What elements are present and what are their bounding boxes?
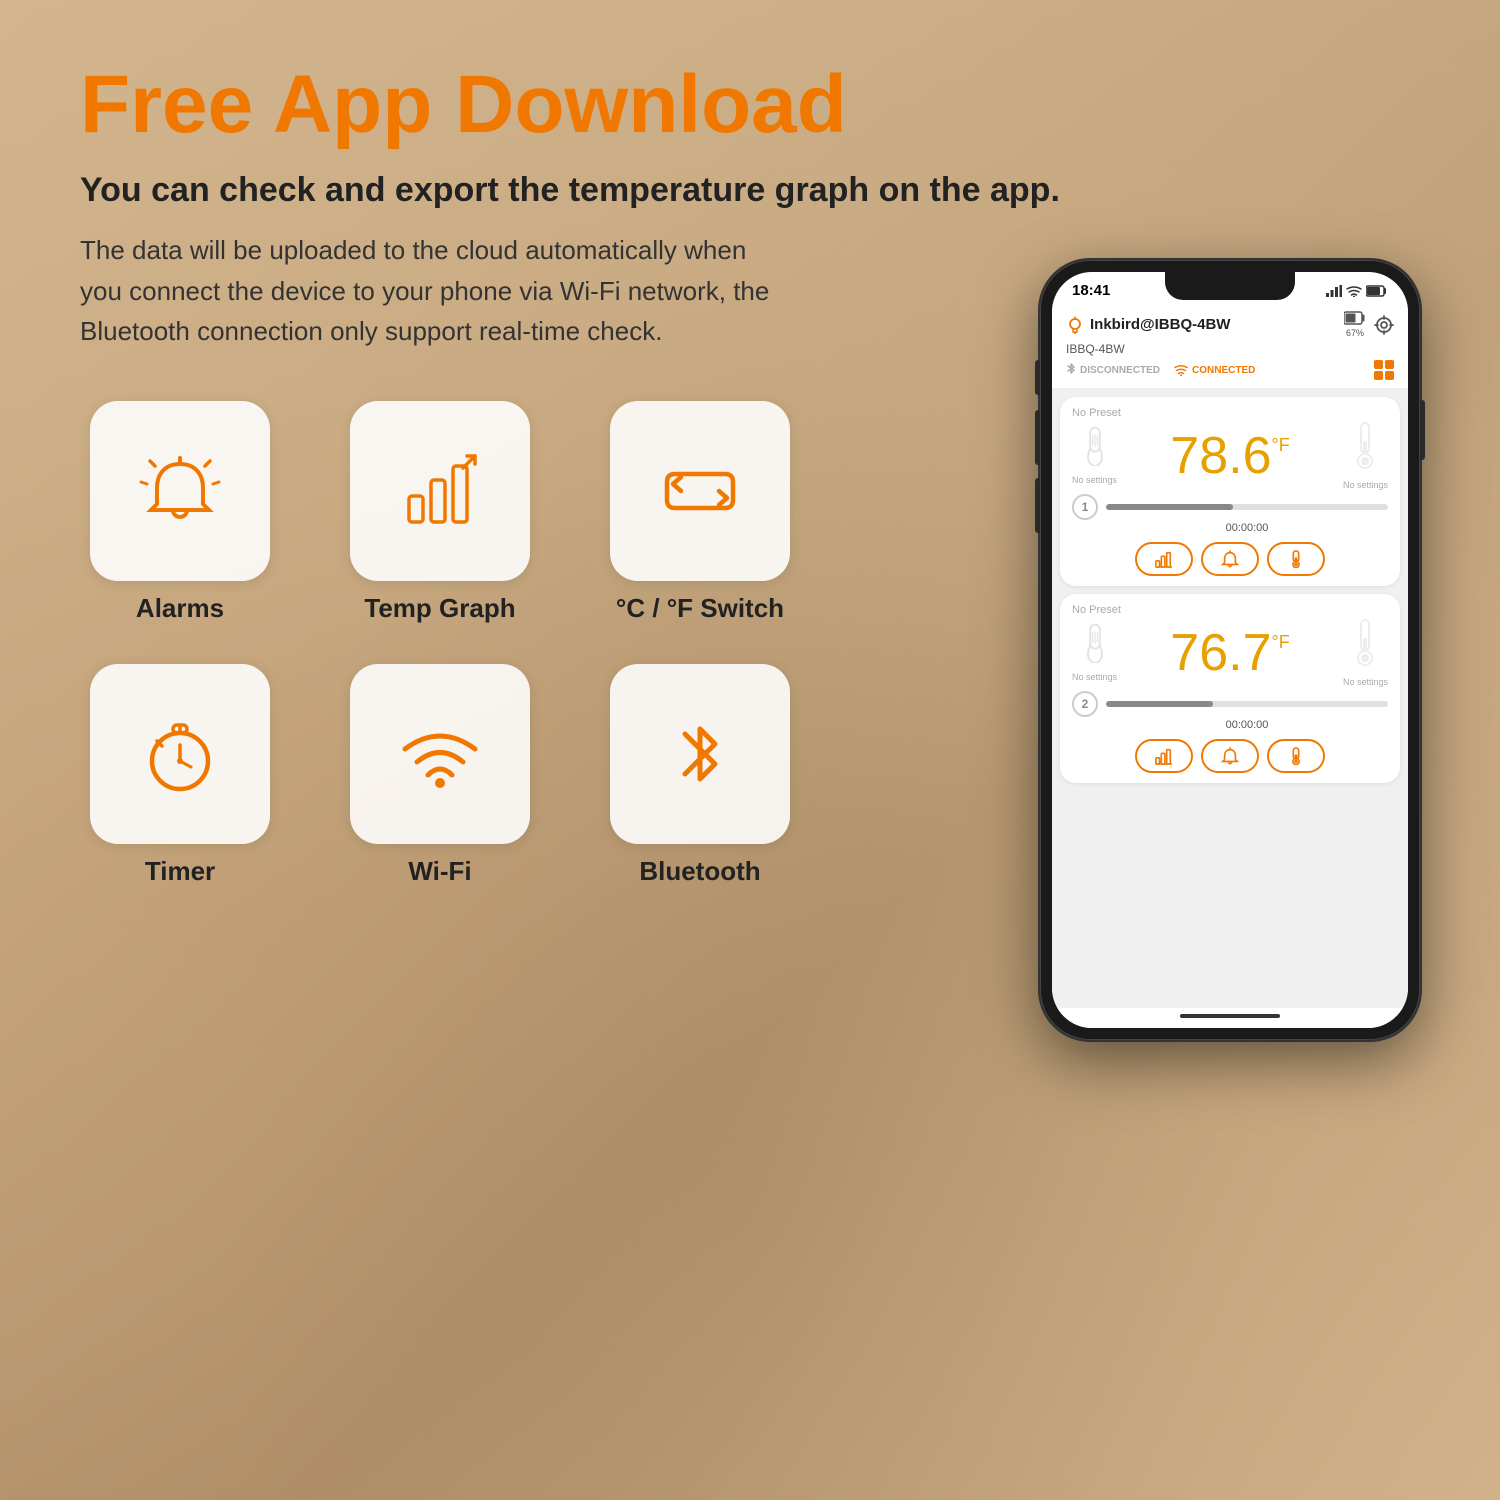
alarms-icon-box — [90, 401, 270, 581]
status-icons — [1326, 285, 1388, 297]
probe2-temperature: 76.7 °F — [1170, 627, 1289, 679]
probe-card-2: No Preset — [1060, 594, 1400, 783]
probe1-settings-right: No settings — [1343, 480, 1388, 490]
wifi-icon-box — [350, 664, 530, 844]
bluetooth-icon — [655, 709, 745, 799]
probe1-progress-fill — [1106, 504, 1233, 510]
probe2-progress-bar — [1106, 701, 1388, 707]
probe2-alarm-button[interactable] — [1201, 739, 1259, 773]
mute-button — [1035, 360, 1040, 395]
page-title: Free App Download — [80, 60, 1420, 150]
probe2-timer: 00:00:00 — [1106, 719, 1388, 731]
probe2-settings-right: No settings — [1343, 677, 1388, 687]
alarm-icon — [135, 446, 225, 536]
header-icons: 67% — [1344, 311, 1394, 338]
feature-bluetooth: Bluetooth — [600, 664, 800, 887]
feature-alarms: Alarms — [80, 401, 280, 624]
page-subtitle: You can check and export the temperature… — [80, 168, 1420, 212]
home-indicator — [1180, 1014, 1280, 1018]
page-description: The data will be uploaded to the cloud a… — [80, 230, 780, 351]
wifi-status-icon — [1346, 285, 1362, 297]
bluetooth-icon-box — [610, 664, 790, 844]
probe1-graph-button[interactable] — [1135, 542, 1193, 576]
probe2-progress-fill — [1106, 701, 1213, 707]
phone-body: 18:41 — [1040, 260, 1420, 1040]
probe1-thermo-icon — [1353, 421, 1377, 476]
bulb-icon — [1066, 316, 1084, 334]
wifi-icon — [395, 709, 485, 799]
features-grid: Alarms Temp Graph — [80, 401, 780, 887]
probe2-number: 2 — [1072, 691, 1098, 717]
probe1-alarm-button[interactable] — [1201, 542, 1259, 576]
feature-temp-graph: Temp Graph — [340, 401, 540, 624]
app-header: Inkbird@IBBQ-4BW 67% — [1052, 303, 1408, 389]
probe1-temperature: 78.6 °F — [1170, 430, 1289, 482]
timer-label: Timer — [145, 856, 215, 887]
probe1-number: 1 — [1072, 494, 1098, 520]
probe1-actions — [1072, 542, 1388, 576]
cf-switch-icon-box — [610, 401, 790, 581]
home-bar — [1052, 1008, 1408, 1028]
battery-display: 67% — [1344, 311, 1366, 338]
temp-graph-label: Temp Graph — [364, 593, 515, 624]
probe1-brush-icon — [1081, 426, 1109, 471]
battery-status-icon — [1366, 285, 1388, 297]
signal-icon — [1326, 285, 1342, 297]
probe1-progress-bar — [1106, 504, 1388, 510]
probe-card-1: No Preset — [1060, 397, 1400, 586]
probes-list: No Preset — [1052, 389, 1408, 1008]
wifi-connection: CONNECTED — [1174, 364, 1255, 376]
probe1-preset: No Preset — [1072, 407, 1121, 419]
temp-graph-icon — [395, 446, 485, 536]
probe2-temp-button[interactable] — [1267, 739, 1325, 773]
timer-icon — [135, 709, 225, 799]
timer-icon-box — [90, 664, 270, 844]
volume-down-button — [1035, 478, 1040, 533]
status-time: 18:41 — [1072, 282, 1110, 299]
grid-view-icon[interactable] — [1374, 360, 1394, 380]
settings-icon[interactable] — [1374, 315, 1394, 335]
phone-notch — [1165, 272, 1295, 300]
alarms-label: Alarms — [136, 593, 224, 624]
bluetooth-connection: DISCONNECTED — [1066, 363, 1160, 377]
feature-wifi: Wi-Fi — [340, 664, 540, 887]
probe2-actions — [1072, 739, 1388, 773]
power-button — [1420, 400, 1425, 460]
probe2-brush-icon — [1081, 623, 1109, 668]
cf-switch-label: °C / °F Switch — [616, 593, 784, 624]
temp-graph-icon-box — [350, 401, 530, 581]
probe1-settings-left: No settings — [1072, 475, 1117, 485]
device-name: Inkbird@IBBQ-4BW — [1090, 316, 1230, 333]
probe1-timer: 00:00:00 — [1106, 522, 1388, 534]
feature-timer: Timer — [80, 664, 280, 887]
volume-up-button — [1035, 410, 1040, 465]
cf-switch-icon — [655, 446, 745, 536]
probe2-thermo-icon — [1353, 618, 1377, 673]
wifi-label: Wi-Fi — [408, 856, 471, 887]
probe2-settings-left: No settings — [1072, 672, 1117, 682]
connection-row: DISCONNECTED CONNECTED — [1066, 360, 1394, 380]
phone-screen: 18:41 — [1052, 272, 1408, 1028]
bluetooth-label: Bluetooth — [639, 856, 760, 887]
phone-mockup: 18:41 — [1040, 260, 1420, 1040]
feature-cf-switch: °C / °F Switch — [600, 401, 800, 624]
device-model: IBBQ-4BW — [1066, 342, 1125, 356]
probe2-graph-button[interactable] — [1135, 739, 1193, 773]
probe2-preset: No Preset — [1072, 604, 1121, 616]
probe1-temp-button[interactable] — [1267, 542, 1325, 576]
